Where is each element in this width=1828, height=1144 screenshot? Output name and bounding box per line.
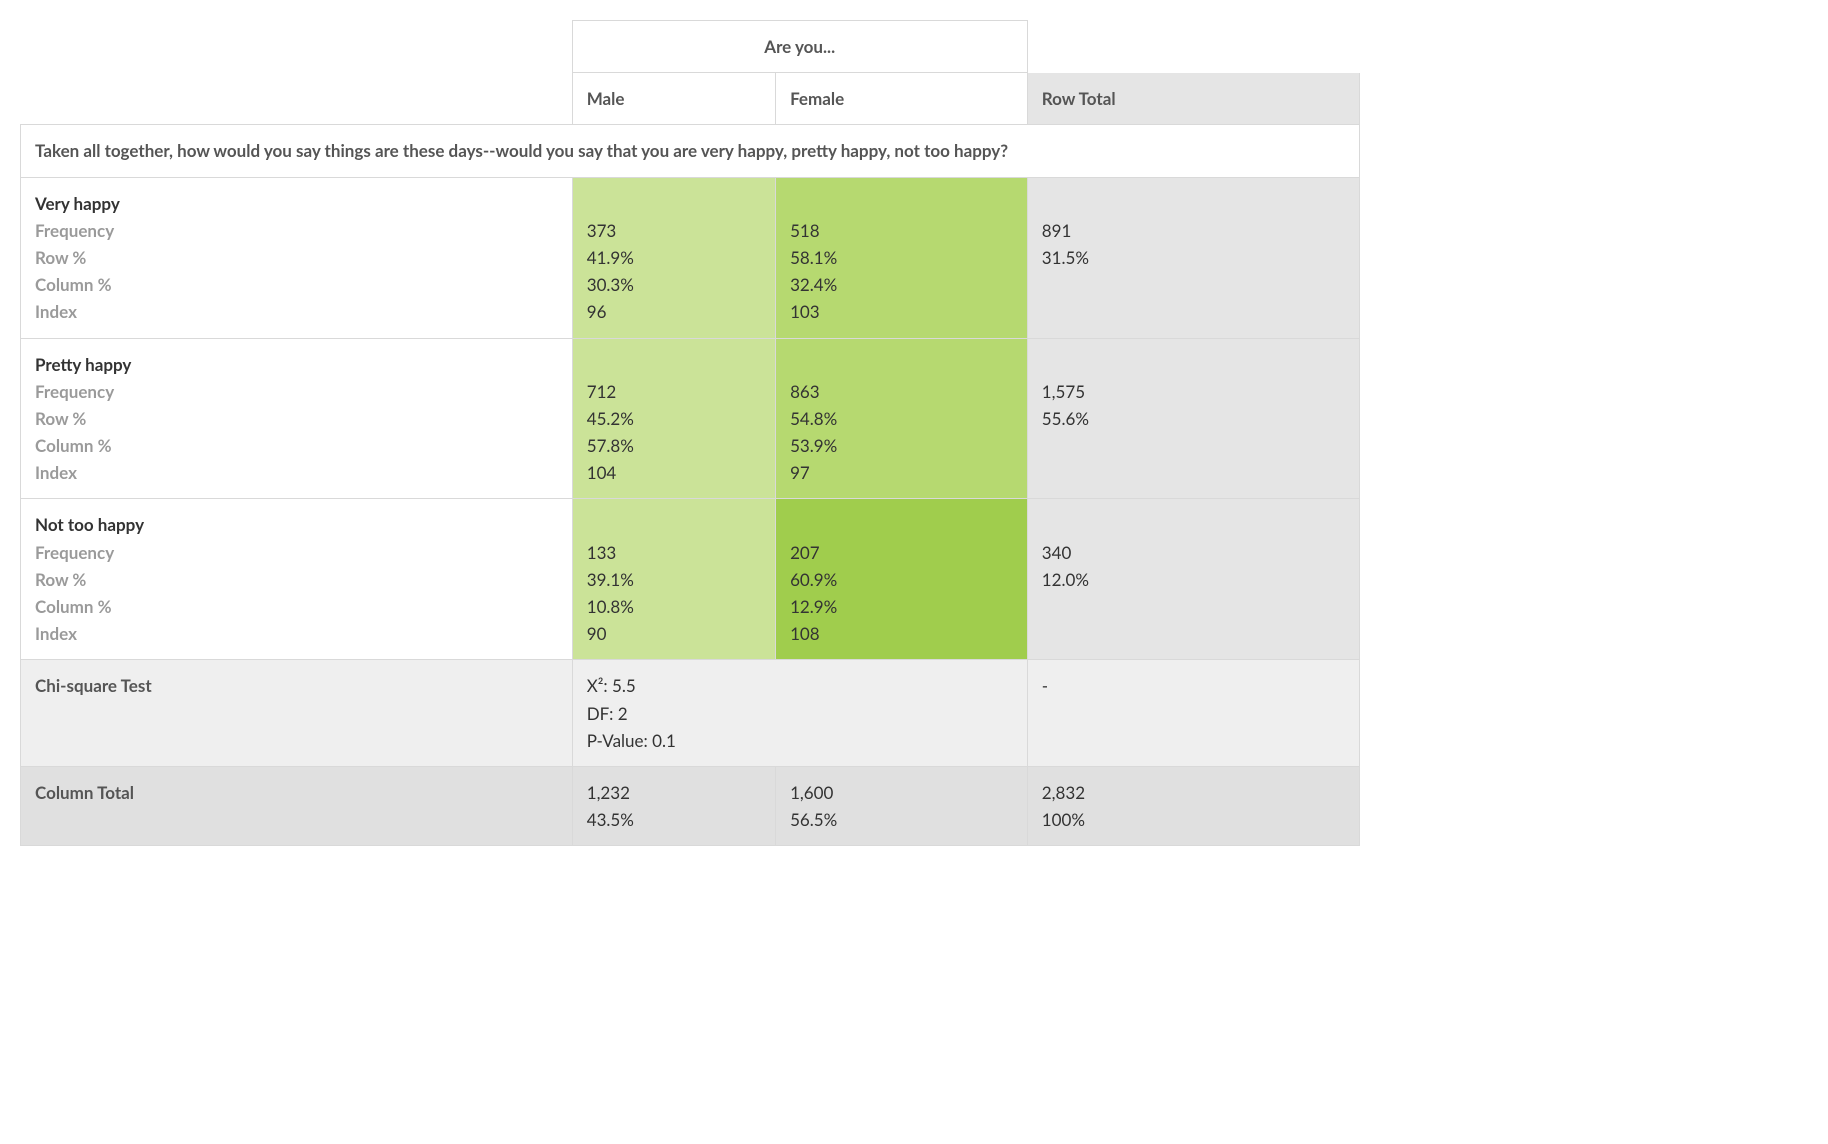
cell-not-too-happy-total: 340 12.0% bbox=[1027, 499, 1359, 660]
row-label: Very happy Frequency Row % Column % Inde… bbox=[21, 177, 573, 338]
metric-col-pct: Column % bbox=[35, 593, 558, 620]
chi-square-stats: X²: 5.5 DF: 2 P-Value: 0.1 bbox=[572, 660, 1027, 767]
chi-square-label: Chi-square Test bbox=[21, 660, 573, 767]
row-label: Not too happy Frequency Row % Column % I… bbox=[21, 499, 573, 660]
metric-frequency: Frequency bbox=[35, 378, 558, 405]
metric-row-pct: Row % bbox=[35, 405, 558, 432]
column-header-female: Female bbox=[776, 73, 1028, 125]
metric-index: Index bbox=[35, 298, 558, 325]
column-header-row-total: Row Total bbox=[1027, 73, 1359, 125]
cell-not-too-happy-female: 207 60.9% 12.9% 108 bbox=[776, 499, 1028, 660]
cell-not-too-happy-male: 133 39.1% 10.8% 90 bbox=[572, 499, 775, 660]
metric-index: Index bbox=[35, 620, 558, 647]
cell-very-happy-male: 373 41.9% 30.3% 96 bbox=[572, 177, 775, 338]
row-name: Not too happy bbox=[35, 511, 558, 538]
cell-very-happy-total: 891 31.5% bbox=[1027, 177, 1359, 338]
metric-row-pct: Row % bbox=[35, 244, 558, 271]
header-blank-right bbox=[1027, 21, 1359, 73]
row-label: Pretty happy Frequency Row % Column % In… bbox=[21, 338, 573, 499]
metric-index: Index bbox=[35, 459, 558, 486]
side-question: Taken all together, how would you say th… bbox=[21, 125, 1360, 177]
chi-square-total: - bbox=[1027, 660, 1359, 767]
crosstab-table: Are you... Male Female Row Total Taken a… bbox=[20, 20, 1360, 846]
cell-very-happy-female: 518 58.1% 32.4% 103 bbox=[776, 177, 1028, 338]
metric-col-pct: Column % bbox=[35, 271, 558, 298]
column-total-female: 1,600 56.5% bbox=[776, 766, 1028, 845]
header-blank bbox=[21, 21, 573, 73]
cell-pretty-happy-total: 1,575 55.6% bbox=[1027, 338, 1359, 499]
column-total-grand: 2,832 100% bbox=[1027, 766, 1359, 845]
column-total-male: 1,232 43.5% bbox=[572, 766, 775, 845]
cell-pretty-happy-female: 863 54.8% 53.9% 97 bbox=[776, 338, 1028, 499]
metric-frequency: Frequency bbox=[35, 539, 558, 566]
metric-col-pct: Column % bbox=[35, 432, 558, 459]
cell-pretty-happy-male: 712 45.2% 57.8% 104 bbox=[572, 338, 775, 499]
column-header-male: Male bbox=[572, 73, 775, 125]
row-name: Very happy bbox=[35, 190, 558, 217]
row-name: Pretty happy bbox=[35, 351, 558, 378]
metric-frequency: Frequency bbox=[35, 217, 558, 244]
column-total-label: Column Total bbox=[21, 766, 573, 845]
metric-row-pct: Row % bbox=[35, 566, 558, 593]
header-blank-sub bbox=[21, 73, 573, 125]
banner-question: Are you... bbox=[572, 21, 1027, 73]
